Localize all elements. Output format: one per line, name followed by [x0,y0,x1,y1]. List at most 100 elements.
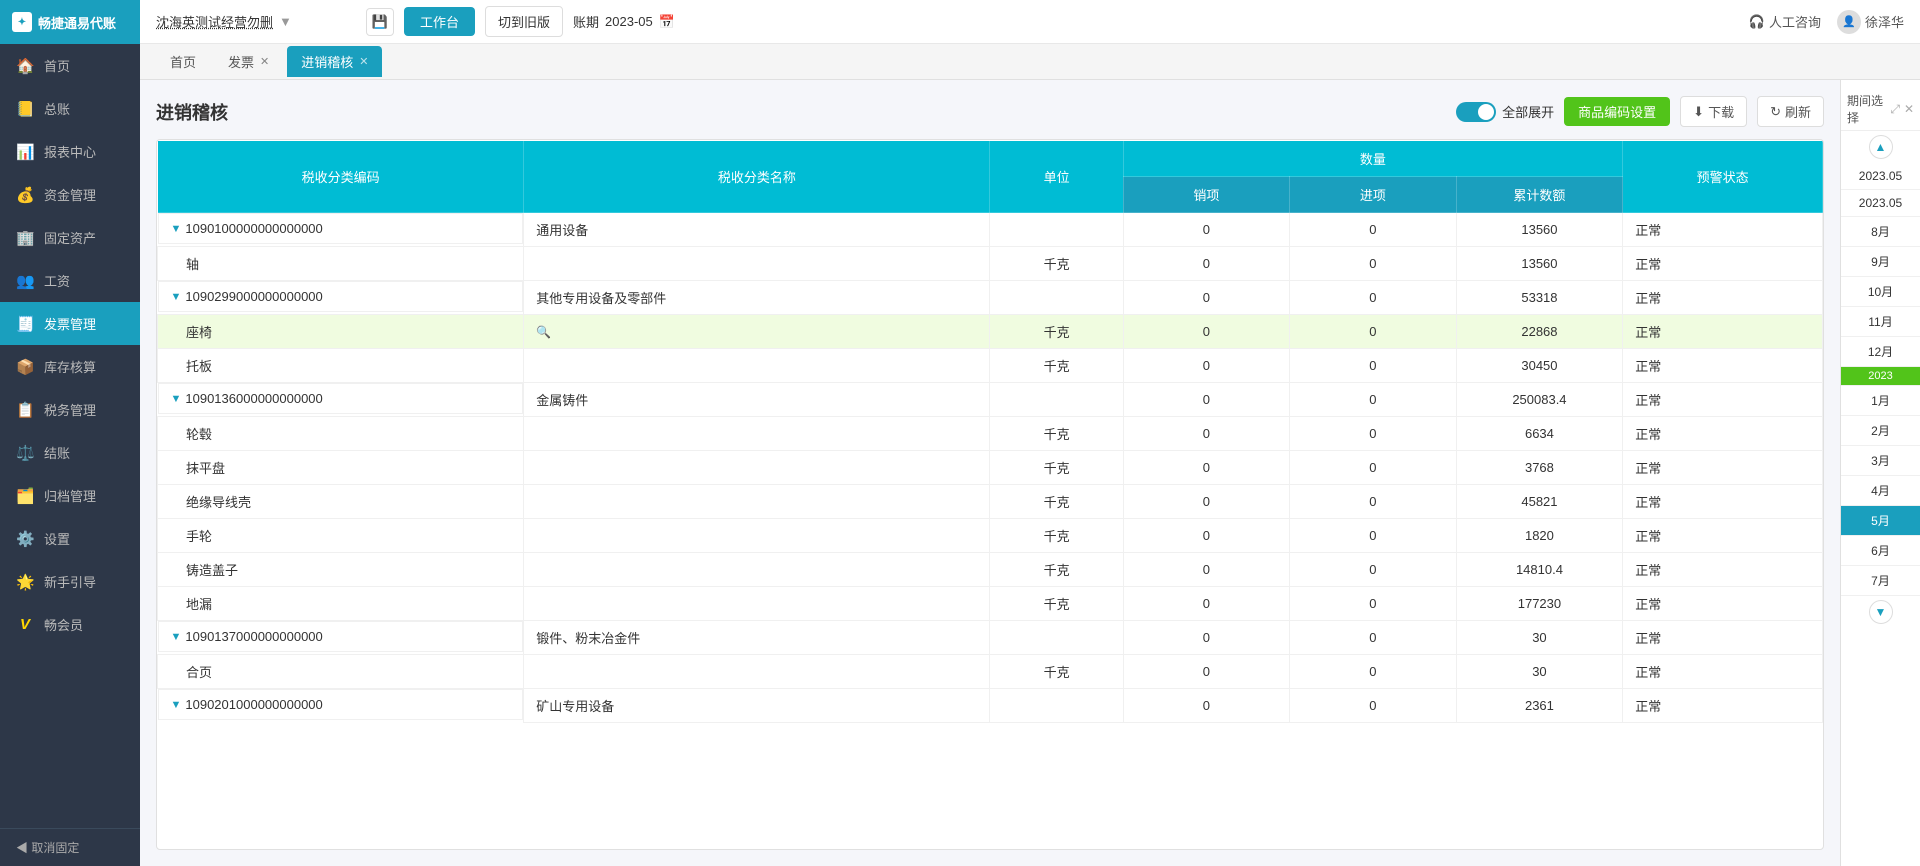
period-year-2023[interactable]: 2023 [1841,367,1920,386]
table-row: 合页 千克 0 0 30 正常 [158,655,1823,689]
cell-name: 金属铸件 [524,383,990,417]
sidebar-item-label: 固定资产 [44,228,96,247]
cell-name [524,485,990,519]
toggle-switch[interactable] [1456,102,1496,122]
tab-reconcile-close[interactable]: ✕ [359,55,368,68]
expand-icon[interactable]: ▼ [171,631,182,643]
period-item-1month[interactable]: 1月 [1841,386,1920,416]
download-button[interactable]: ⬇ 下载 [1680,96,1747,127]
sidebar-item-salary[interactable]: 👥 工资 [0,259,140,302]
expand-icon[interactable]: ▼ [171,393,182,405]
period-item-4month[interactable]: 4月 [1841,476,1920,506]
period-item-0[interactable]: 2023.05 [1841,163,1920,190]
page-content: 进销稽核 全部展开 商品编码设置 ⬇ 下载 ↻ 刷新 [140,80,1920,866]
cell-sale: 0 [1123,519,1290,553]
period-selector[interactable]: 账期 2023-05 📅 [573,12,675,31]
sidebar-item-label: 畅会员 [44,615,83,634]
period-item-11month[interactable]: 11月 [1841,307,1920,337]
period-label: 账期 [573,12,599,31]
cell-total: 2361 [1456,689,1623,723]
tab-home-label: 首页 [170,52,196,71]
cell-code: 轴 [158,247,524,281]
sidebar-item-archive[interactable]: 🗂️ 归档管理 [0,474,140,517]
user-menu[interactable]: 👤 徐泽华 [1837,10,1904,34]
code-value: 1090137000000000000 [185,629,322,644]
chevron-up-icon: ▲ [1875,140,1887,154]
cell-sale: 0 [1123,553,1290,587]
period-item-10month[interactable]: 10月 [1841,277,1920,307]
cell-purchase: 0 [1290,655,1457,689]
cell-name: 锻件、粉末冶金件 [524,621,990,655]
product-code-settings-button[interactable]: 商品编码设置 [1564,97,1670,126]
sidebar-item-member[interactable]: V 畅会员 [0,603,140,646]
period-item-5month[interactable]: 5月 [1841,506,1920,536]
tab-invoice-label: 发票 [228,52,254,71]
sidebar-item-invoice[interactable]: 🧾 发票管理 [0,302,140,345]
period-item-7month[interactable]: 7月 [1841,566,1920,596]
period-item-9month[interactable]: 9月 [1841,247,1920,277]
sidebar-item-label: 资金管理 [44,185,96,204]
tab-reconcile[interactable]: 进销稽核 ✕ [287,46,382,77]
cell-purchase: 0 [1290,587,1457,621]
sidebar-item-ledger[interactable]: 📒 总账 [0,87,140,130]
refresh-button[interactable]: ↻ 刷新 [1757,96,1824,127]
table-row: ▼ 1090137000000000000 锻件、粉末冶金件 0 0 30 正常 [158,621,1823,655]
search-icon[interactable]: 🔍 [536,325,551,339]
cell-sale: 0 [1123,383,1290,417]
cell-total: 30450 [1456,349,1623,383]
period-item-8month[interactable]: 8月 [1841,217,1920,247]
scroll-down-button[interactable]: ▼ [1869,600,1893,624]
period-item-12month[interactable]: 12月 [1841,337,1920,367]
cell-unit: 千克 [990,451,1123,485]
workbench-button[interactable]: 工作台 [404,7,475,36]
calendar-icon: 📅 [659,14,675,30]
cell-purchase: 0 [1290,451,1457,485]
sidebar-item-assets[interactable]: 🏢 固定资产 [0,216,140,259]
sidebar-item-label: 新手引导 [44,572,96,591]
company-selector[interactable]: 沈海英测试经营勿删 ▼ [156,12,356,31]
tab-invoice-close[interactable]: ✕ [260,55,269,68]
period-item-6month[interactable]: 6月 [1841,536,1920,566]
cell-purchase: 0 [1290,281,1457,315]
salary-icon: 👥 [16,272,34,290]
save-icon: 💾 [372,14,388,30]
sidebar-item-tax[interactable]: 📋 税务管理 [0,388,140,431]
toggle-expand[interactable]: 全部展开 [1456,102,1554,122]
cell-total: 30 [1456,655,1623,689]
panel-expand-icon[interactable]: ⤢ [1890,102,1900,117]
period-item-2month[interactable]: 2月 [1841,416,1920,446]
period-item-3month[interactable]: 3月 [1841,446,1920,476]
sidebar-item-inventory[interactable]: 📦 库存核算 [0,345,140,388]
cell-name [524,519,990,553]
cell-purchase: 0 [1290,213,1457,247]
service-button[interactable]: 🎧 人工咨询 [1749,12,1821,31]
tab-home[interactable]: 首页 [156,46,210,77]
expand-icon[interactable]: ▼ [171,223,182,235]
expand-icon[interactable]: ▼ [171,291,182,303]
cell-purchase: 0 [1290,689,1457,723]
cell-status: 正常 [1623,553,1823,587]
sidebar-item-guide[interactable]: 🌟 新手引导 [0,560,140,603]
sidebar-item-settlement[interactable]: ⚖️ 结账 [0,431,140,474]
expand-icon[interactable]: ▼ [171,699,182,711]
scroll-up-button[interactable]: ▲ [1869,135,1893,159]
sidebar-item-reports[interactable]: 📊 报表中心 [0,130,140,173]
cell-total: 6634 [1456,417,1623,451]
content-area: 进销稽核 全部展开 商品编码设置 ⬇ 下载 ↻ 刷新 [140,80,1840,866]
cell-code: ▼ 1090137000000000000 [158,621,524,652]
sidebar-item-funds[interactable]: 💰 资金管理 [0,173,140,216]
panel-close-icon[interactable]: ✕ [1904,102,1914,117]
save-button[interactable]: 💾 [366,8,394,36]
th-tax-code: 税收分类编码 [158,141,524,213]
tab-invoice[interactable]: 发票 ✕ [214,46,283,77]
sidebar-item-settings[interactable]: ⚙️ 设置 [0,517,140,560]
cell-unit: 千克 [990,655,1123,689]
table-row: 手轮 千克 0 0 1820 正常 [158,519,1823,553]
period-item-1[interactable]: 2023.05 [1841,190,1920,217]
switch-version-button[interactable]: 切到旧版 [485,6,563,37]
sidebar-item-home[interactable]: 🏠 首页 [0,44,140,87]
unpin-button[interactable]: ◀ 取消固定 [0,828,140,866]
code-value: 1090201000000000000 [185,697,322,712]
download-icon: ⬇ [1693,104,1704,120]
logo-icon: ✦ [12,12,32,32]
